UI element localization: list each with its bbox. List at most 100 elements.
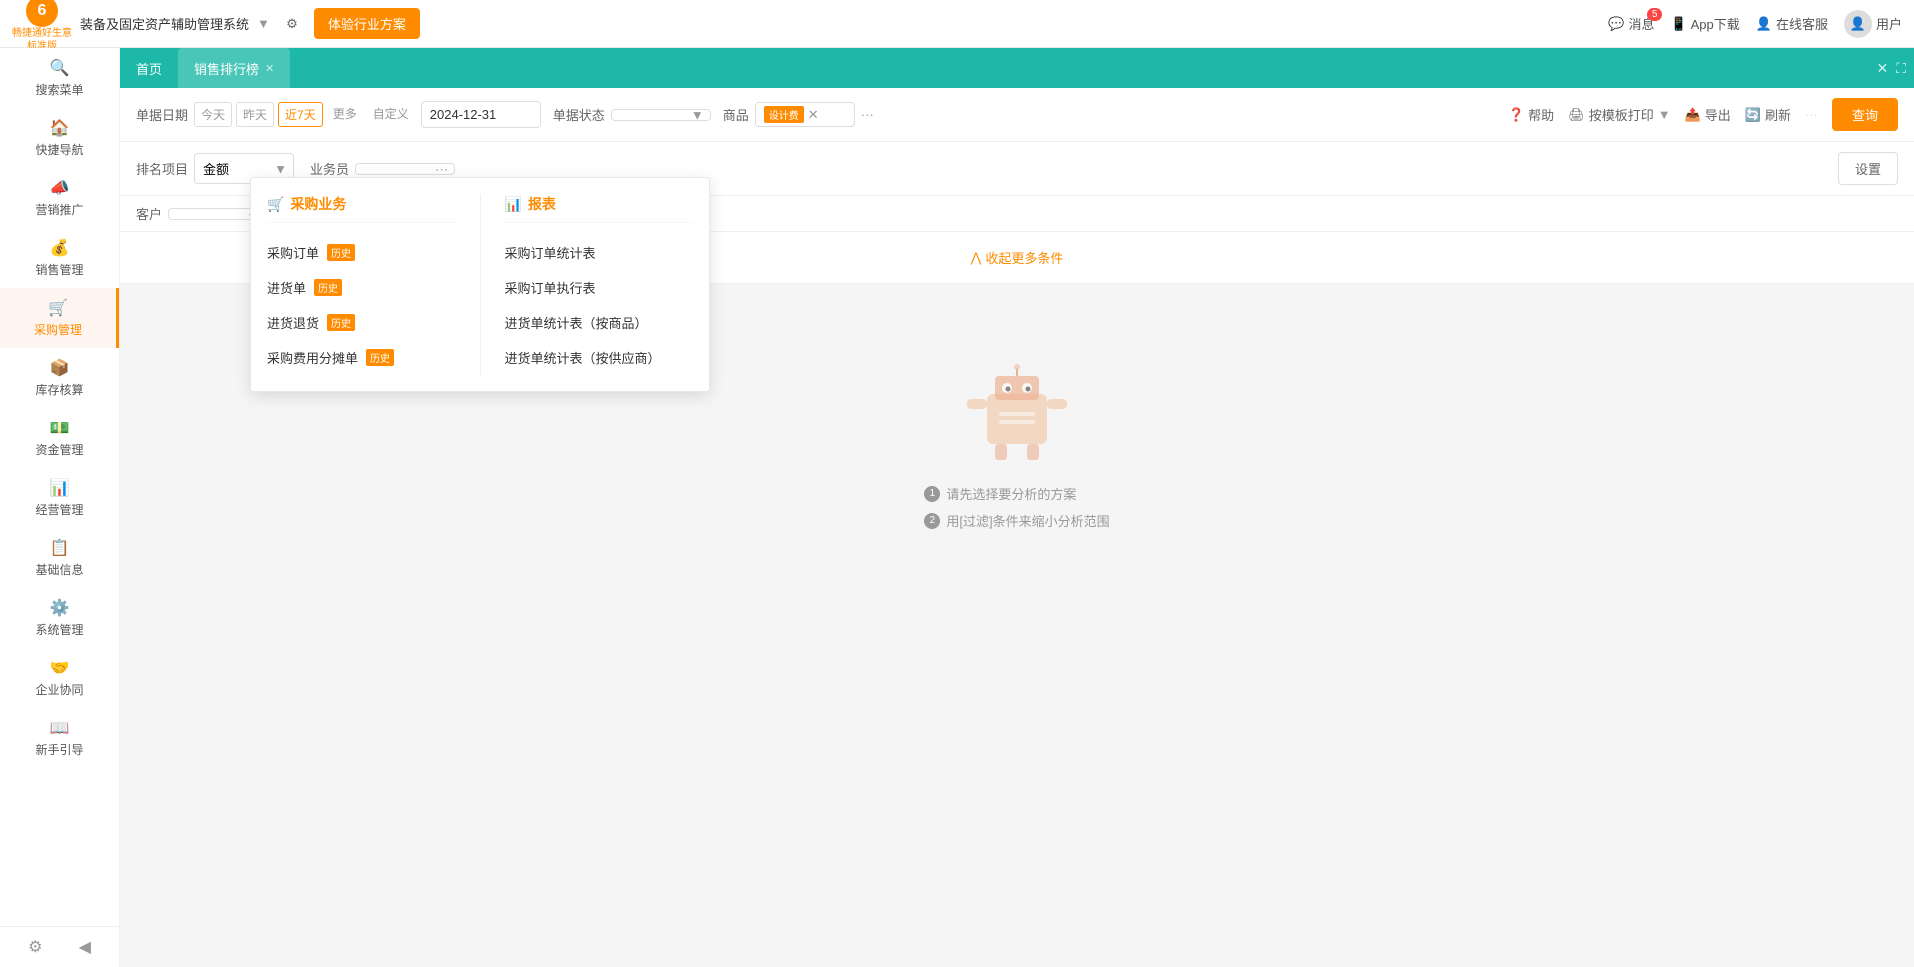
guide-icon: 📖 — [50, 718, 70, 738]
date-custom-btn[interactable]: 自定义 — [367, 102, 415, 127]
tab-sales-rank[interactable]: 销售排行榜 ✕ — [178, 48, 290, 88]
sidebar-item-collab[interactable]: 🤝 企业协同 — [0, 648, 119, 708]
sidebar-label-nav: 快捷导航 — [35, 141, 83, 158]
export-button[interactable]: 📤 导出 — [1685, 105, 1731, 124]
logo-icon: 6 — [26, 0, 58, 27]
goods-label: 商品 — [723, 105, 749, 124]
sidebar-item-guide[interactable]: 📖 新手引导 — [0, 708, 119, 768]
system-icon: ⚙️ — [50, 598, 70, 618]
user-button[interactable]: 👤 用户 — [1844, 10, 1902, 38]
salesman-dropdown-icon: ··· — [435, 161, 448, 176]
dropdown-item-goods-receipt[interactable]: 进货单 历史 — [267, 270, 456, 305]
refresh-button[interactable]: 🔄 刷新 — [1745, 105, 1791, 124]
sidebar-label-inventory: 库存核算 — [35, 381, 83, 398]
goods-return-label: 进货退货 — [267, 313, 319, 332]
empty-line2: 2 用[过滤]条件来缩小分析范围 — [924, 511, 1109, 530]
print-dropdown-icon: ▼ — [1658, 107, 1671, 122]
collab-icon: 🤝 — [50, 658, 70, 678]
base-info-icon: 📋 — [50, 538, 70, 558]
tab-expand-icon[interactable]: ⛶ — [1896, 60, 1906, 77]
settings-btn-wrapper: 设置 — [1838, 152, 1898, 185]
sidebar-label-base-info: 基础信息 — [35, 561, 83, 578]
date-input[interactable] — [421, 101, 541, 128]
refresh-icon: 🔄 — [1745, 107, 1761, 123]
status-select[interactable]: ▼ — [611, 109, 711, 121]
sidebar-nav: 🔍 搜索菜单 🏠 快捷导航 📣 营销推广 💰 销售管理 🛒 采购管 — [0, 48, 119, 926]
salesman-select[interactable]: ··· — [355, 163, 455, 175]
dropdown-item-goods-return[interactable]: 进货退货 历史 — [267, 305, 456, 340]
expense-alloc-history-badge: 历史 — [366, 349, 394, 366]
sidebar-item-nav[interactable]: 🏠 快捷导航 — [0, 108, 119, 168]
online-service-button[interactable]: 👤 在线客服 — [1756, 14, 1828, 33]
marketing-icon: 📣 — [50, 178, 70, 198]
app-download-button[interactable]: 📱 App下载 — [1670, 14, 1739, 33]
content-area: 首页 销售排行榜 ✕ ✕ ⛶ 单据日期 — [120, 48, 1914, 967]
rank-value: 金额 — [203, 162, 229, 177]
dropdown-item-goods-stats-product[interactable]: 进货单统计表（按商品） — [505, 305, 694, 340]
settings-button[interactable]: 设置 — [1838, 152, 1898, 185]
settings-gear-button[interactable]: ⚙ — [278, 10, 306, 38]
inventory-icon: 📦 — [50, 358, 70, 378]
dropdown-item-order-stats[interactable]: 采购订单统计表 — [505, 235, 694, 270]
sidebar-settings-button[interactable]: ⚙ — [28, 937, 42, 957]
purchase-icon: 🛒 — [48, 298, 68, 318]
sidebar-collapse-button[interactable]: ◀ — [79, 937, 91, 957]
purchase-order-history-badge: 历史 — [327, 244, 355, 261]
col-divider — [480, 194, 481, 375]
dropdown-item-goods-stats-supplier[interactable]: 进货单统计表（按供应商） — [505, 340, 694, 375]
tab-close-icon[interactable]: ✕ — [265, 62, 274, 75]
sidebar-item-operations[interactable]: 📊 经营管理 — [0, 468, 119, 528]
date-more-btn[interactable]: 更多 — [327, 102, 363, 127]
tab-bar: 首页 销售排行榜 ✕ ✕ ⛶ — [120, 48, 1914, 88]
dropdown-item-expense-alloc[interactable]: 采购费用分摊单 历史 — [267, 340, 456, 375]
sidebar-item-search[interactable]: 🔍 搜索菜单 — [0, 48, 119, 108]
sidebar-item-base-info[interactable]: 📋 基础信息 — [0, 528, 119, 588]
purchase-col: 🛒 采购业务 采购订单 历史 进货单 历史 进货退货 — [251, 194, 472, 375]
date-filter-group: 单据日期 今天 昨天 近7天 更多 自定义 — [136, 101, 541, 128]
user-avatar: 👤 — [1844, 10, 1872, 38]
industry-btn[interactable]: 体验行业方案 — [314, 8, 420, 39]
date-today-btn[interactable]: 今天 — [194, 102, 232, 127]
sidebar-item-finance[interactable]: 💵 资金管理 — [0, 408, 119, 468]
dropdown-menu: 🛒 采购业务 采购订单 历史 进货单 历史 进货退货 — [250, 177, 710, 392]
export-icon: 📤 — [1685, 107, 1701, 123]
report-title-icon: 📊 — [505, 196, 522, 213]
goods-input-wrapper[interactable]: 设计费 ✕ — [755, 102, 855, 127]
sidebar-item-marketing[interactable]: 📣 营销推广 — [0, 168, 119, 228]
status-label: 单据状态 — [553, 105, 605, 124]
sidebar-item-sales[interactable]: 💰 销售管理 — [0, 228, 119, 288]
query-button[interactable]: 查询 — [1832, 98, 1898, 131]
date-7days-btn[interactable]: 近7天 — [278, 102, 323, 127]
date-yesterday-btn[interactable]: 昨天 — [236, 102, 274, 127]
purchase-title-icon: 🛒 — [267, 196, 284, 213]
sidebar-label-marketing: 营销推广 — [35, 201, 83, 218]
online-service-label: 在线客服 — [1776, 14, 1828, 33]
user-label: 用户 — [1876, 14, 1902, 33]
home-icon: 🏠 — [50, 118, 70, 138]
help-button[interactable]: ❓ 帮助 — [1508, 105, 1554, 124]
status-dropdown-icon: ▼ — [691, 107, 704, 122]
sidebar-item-system[interactable]: ⚙️ 系统管理 — [0, 588, 119, 648]
tab-home[interactable]: 首页 — [120, 48, 178, 88]
empty-bullet1: 1 — [924, 486, 940, 502]
sidebar-item-purchase[interactable]: 🛒 采购管理 — [0, 288, 119, 348]
print-button[interactable]: 🖨 按模板打印 ▼ — [1568, 105, 1670, 124]
dropdown-item-purchase-order[interactable]: 采购订单 历史 — [267, 235, 456, 270]
goods-dots[interactable]: ··· — [861, 107, 874, 122]
goods-stats-supplier-label: 进货单统计表（按供应商） — [505, 348, 661, 367]
goods-return-history-badge: 历史 — [327, 314, 355, 331]
order-stats-label: 采购订单统计表 — [505, 243, 596, 262]
title-dropdown-icon[interactable]: ▼ — [257, 16, 270, 31]
dropdown-item-order-exec[interactable]: 采购订单执行表 — [505, 270, 694, 305]
sidebar-label-collab: 企业协同 — [35, 681, 83, 698]
empty-text-1: 请先选择要分析的方案 — [946, 484, 1076, 503]
sidebar-label-purchase: 采购管理 — [34, 321, 82, 338]
tab-close-window-icon[interactable]: ✕ — [1876, 60, 1888, 77]
status-filter-group: 单据状态 ▼ — [553, 105, 711, 124]
export-label: 导出 — [1705, 105, 1731, 124]
sidebar-item-inventory[interactable]: 📦 库存核算 — [0, 348, 119, 408]
messages-button[interactable]: 💬 消息 5 — [1608, 14, 1654, 33]
goods-tag: 设计费 — [764, 106, 804, 123]
phone-icon: 📱 — [1670, 16, 1686, 32]
goods-tag-close[interactable]: ✕ — [808, 107, 819, 123]
